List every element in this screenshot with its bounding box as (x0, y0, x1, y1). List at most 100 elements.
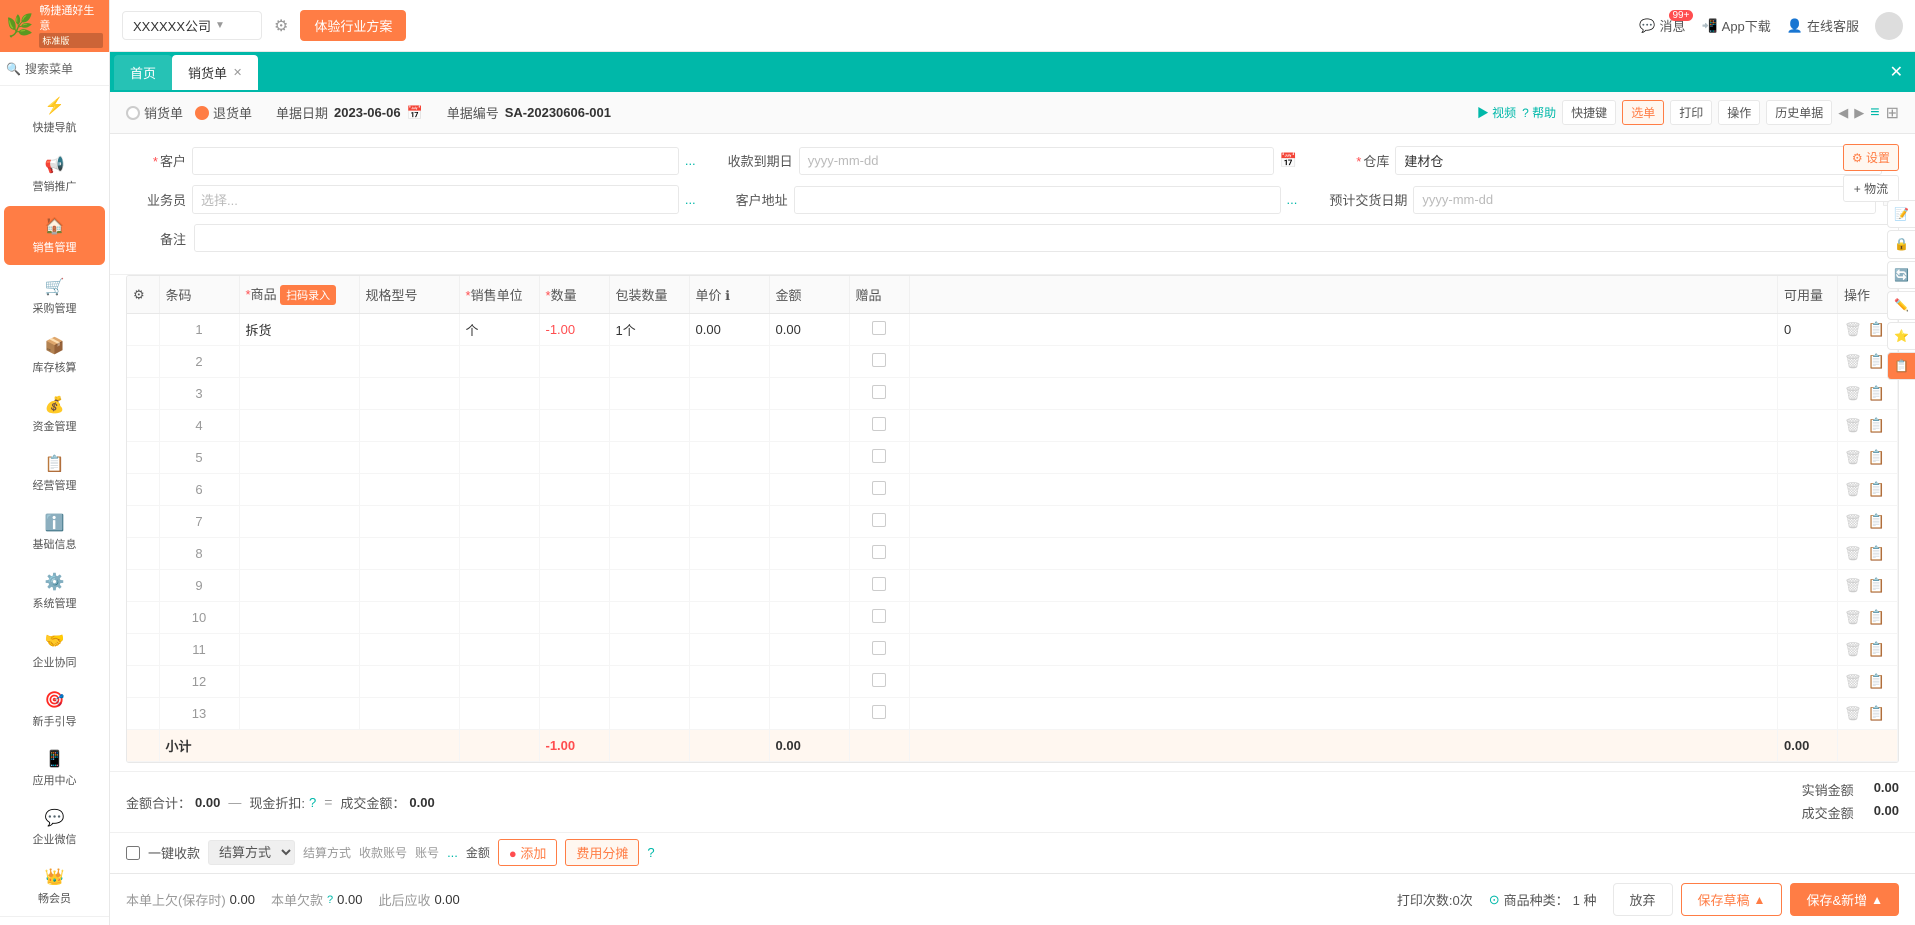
right-panel-edit-btn[interactable]: ✏️ (1887, 291, 1915, 319)
sidebar-item-newbie[interactable]: 🎯 新手引导 (0, 680, 109, 739)
row-copy-icon[interactable]: 📋 (1868, 513, 1885, 530)
online-service-btn[interactable]: 👤 在线客服 (1787, 16, 1859, 35)
row-delete-icon[interactable]: 🗑 (1844, 513, 1862, 530)
row-pkg-qty[interactable] (609, 346, 689, 378)
sidebar-item-membership[interactable]: 👑 畅会员 (0, 857, 109, 916)
row-delete-icon[interactable]: 🗑 (1844, 449, 1862, 466)
row-spec[interactable] (359, 346, 459, 378)
sidebar-item-purchase-mgmt[interactable]: 🛒 采购管理 (0, 267, 109, 326)
row-delete-icon[interactable]: 🗑 (1844, 609, 1862, 626)
sidebar-search[interactable]: 🔍 搜索菜单 (0, 52, 109, 86)
help-link[interactable]: ? 帮助 (1522, 104, 1556, 121)
payment-add-button[interactable]: ● 添加 (498, 839, 557, 866)
nav-next-icon[interactable]: ▶ (1854, 105, 1864, 121)
save-draft-button[interactable]: 保存草稿 ▲ (1681, 883, 1783, 916)
right-panel-lock-btn[interactable]: 🔒 (1887, 230, 1915, 258)
tab-home[interactable]: 首页 (114, 55, 172, 90)
row-copy-icon[interactable]: 📋 (1868, 673, 1885, 690)
header-settings-icon[interactable]: ⚙ (274, 16, 288, 36)
customer-input[interactable] (192, 147, 679, 175)
row-product[interactable] (239, 410, 359, 442)
print-btn[interactable]: 打印 (1670, 100, 1712, 125)
expected-date-input[interactable]: yyyy-mm-dd (1413, 186, 1875, 214)
row-delete-icon[interactable]: 🗑 (1844, 673, 1862, 690)
salesperson-input[interactable]: 选择... (192, 185, 679, 214)
operation-btn[interactable]: 操作 (1718, 100, 1760, 125)
sidebar-item-sales-mgmt[interactable]: 🏠 销售管理 (4, 206, 105, 265)
row-delete-icon[interactable]: 🗑 (1844, 353, 1862, 370)
abandon-button[interactable]: 放弃 (1613, 883, 1673, 916)
radio-sales[interactable]: 销货单 (126, 103, 183, 122)
sidebar-item-basic-info[interactable]: ℹ️ 基础信息 (0, 503, 109, 562)
warehouse-input[interactable]: 建材仓 (1395, 146, 1882, 175)
right-panel-action-btn[interactable]: 📋 (1887, 352, 1915, 380)
due-date-input[interactable]: yyyy-mm-dd (799, 147, 1274, 175)
row-copy-icon[interactable]: 📋 (1868, 417, 1885, 434)
row-copy-icon[interactable]: 📋 (1868, 609, 1885, 626)
row-copy-icon[interactable]: 📋 (1868, 705, 1885, 722)
one-click-payment-checkbox[interactable] (126, 846, 140, 860)
sidebar-item-inventory[interactable]: 📦 库存核算 (0, 326, 109, 385)
overdue-help-icon[interactable]: ? (327, 894, 333, 906)
tab-sales-order[interactable]: 销货单 ✕ (172, 55, 258, 90)
customer-addr-dots[interactable]: ... (1287, 192, 1298, 207)
grid-view-icon[interactable]: ⊞ (1886, 103, 1899, 123)
row-delete-icon[interactable]: 🗑 (1844, 481, 1862, 498)
sidebar-item-biz-mgmt[interactable]: 📋 经营管理 (0, 444, 109, 503)
customer-dots[interactable]: ... (685, 153, 696, 168)
right-panel-star-btn[interactable]: ⭐ (1887, 322, 1915, 350)
video-link[interactable]: ▶ 视频 (1477, 104, 1516, 121)
row-qty[interactable] (539, 346, 609, 378)
tab-bar-close-icon[interactable]: ✕ (1882, 62, 1911, 82)
trial-button[interactable]: 体验行业方案 (300, 10, 406, 41)
user-avatar[interactable] (1875, 12, 1903, 40)
row-copy-icon[interactable]: 📋 (1868, 545, 1885, 562)
fee-help-icon[interactable]: ? (647, 845, 654, 860)
history-btn[interactable]: 历史单据 (1766, 100, 1832, 125)
th-settings[interactable]: ⚙ (127, 276, 159, 314)
row-product[interactable] (239, 666, 359, 698)
settlement-select[interactable]: 结算方式 (208, 840, 295, 865)
logistics-btn[interactable]: + 物流 (1843, 175, 1899, 202)
save-new-button[interactable]: 保存&新增 ▲ (1790, 883, 1899, 916)
nav-prev-icon[interactable]: ◀ (1838, 105, 1848, 121)
row-copy-icon[interactable]: 📋 (1868, 321, 1885, 338)
row-product[interactable]: 拆货 (239, 314, 359, 346)
salesperson-dots[interactable]: ... (685, 192, 696, 207)
sidebar-item-quick-nav[interactable]: ⚡ 快捷导航 (0, 86, 109, 145)
row-delete-icon[interactable]: 🗑 (1844, 577, 1862, 594)
row-delete-icon[interactable]: 🗑 (1844, 705, 1862, 722)
row-copy-icon[interactable]: 📋 (1868, 641, 1885, 658)
row-product[interactable] (239, 442, 359, 474)
row-product[interactable] (239, 570, 359, 602)
notes-input[interactable] (194, 224, 1899, 252)
row-product[interactable] (239, 378, 359, 410)
row-amount[interactable] (769, 346, 849, 378)
row-price[interactable]: 0.00 (689, 314, 769, 346)
row-pkg-qty[interactable]: 1个 (609, 314, 689, 346)
sidebar-item-corp-wechat[interactable]: 💬 企业微信 (0, 798, 109, 857)
row-product[interactable] (239, 474, 359, 506)
radio-return[interactable]: 退货单 (195, 103, 252, 122)
row-spec[interactable] (359, 314, 459, 346)
row-delete-icon[interactable]: 🗑 (1844, 385, 1862, 402)
row-product[interactable] (239, 346, 359, 378)
list-view-icon[interactable]: ≡ (1870, 104, 1879, 122)
row-delete-icon[interactable]: 🗑 (1844, 641, 1862, 658)
tab-close-icon[interactable]: ✕ (233, 66, 242, 79)
row-product[interactable] (239, 506, 359, 538)
discount-help-icon[interactable]: ? (309, 795, 316, 810)
sidebar-item-funds[interactable]: 💰 资金管理 (0, 385, 109, 444)
row-delete-icon[interactable]: 🗑 (1844, 417, 1862, 434)
row-unit[interactable]: 个 (459, 314, 539, 346)
payment-dots[interactable]: ... (447, 845, 458, 860)
row-product[interactable] (239, 602, 359, 634)
row-gift[interactable] (849, 346, 909, 378)
row-price[interactable] (689, 346, 769, 378)
company-selector[interactable]: XXXXXX公司 ▼ (122, 11, 262, 40)
sidebar-item-marketing[interactable]: 📢 营销推广 (0, 145, 109, 204)
sidebar-item-sys-mgmt[interactable]: ⚙️ 系统管理 (0, 562, 109, 621)
row-qty[interactable]: -1.00 (539, 314, 609, 346)
row-copy-icon[interactable]: 📋 (1868, 353, 1885, 370)
row-amount[interactable]: 0.00 (769, 314, 849, 346)
